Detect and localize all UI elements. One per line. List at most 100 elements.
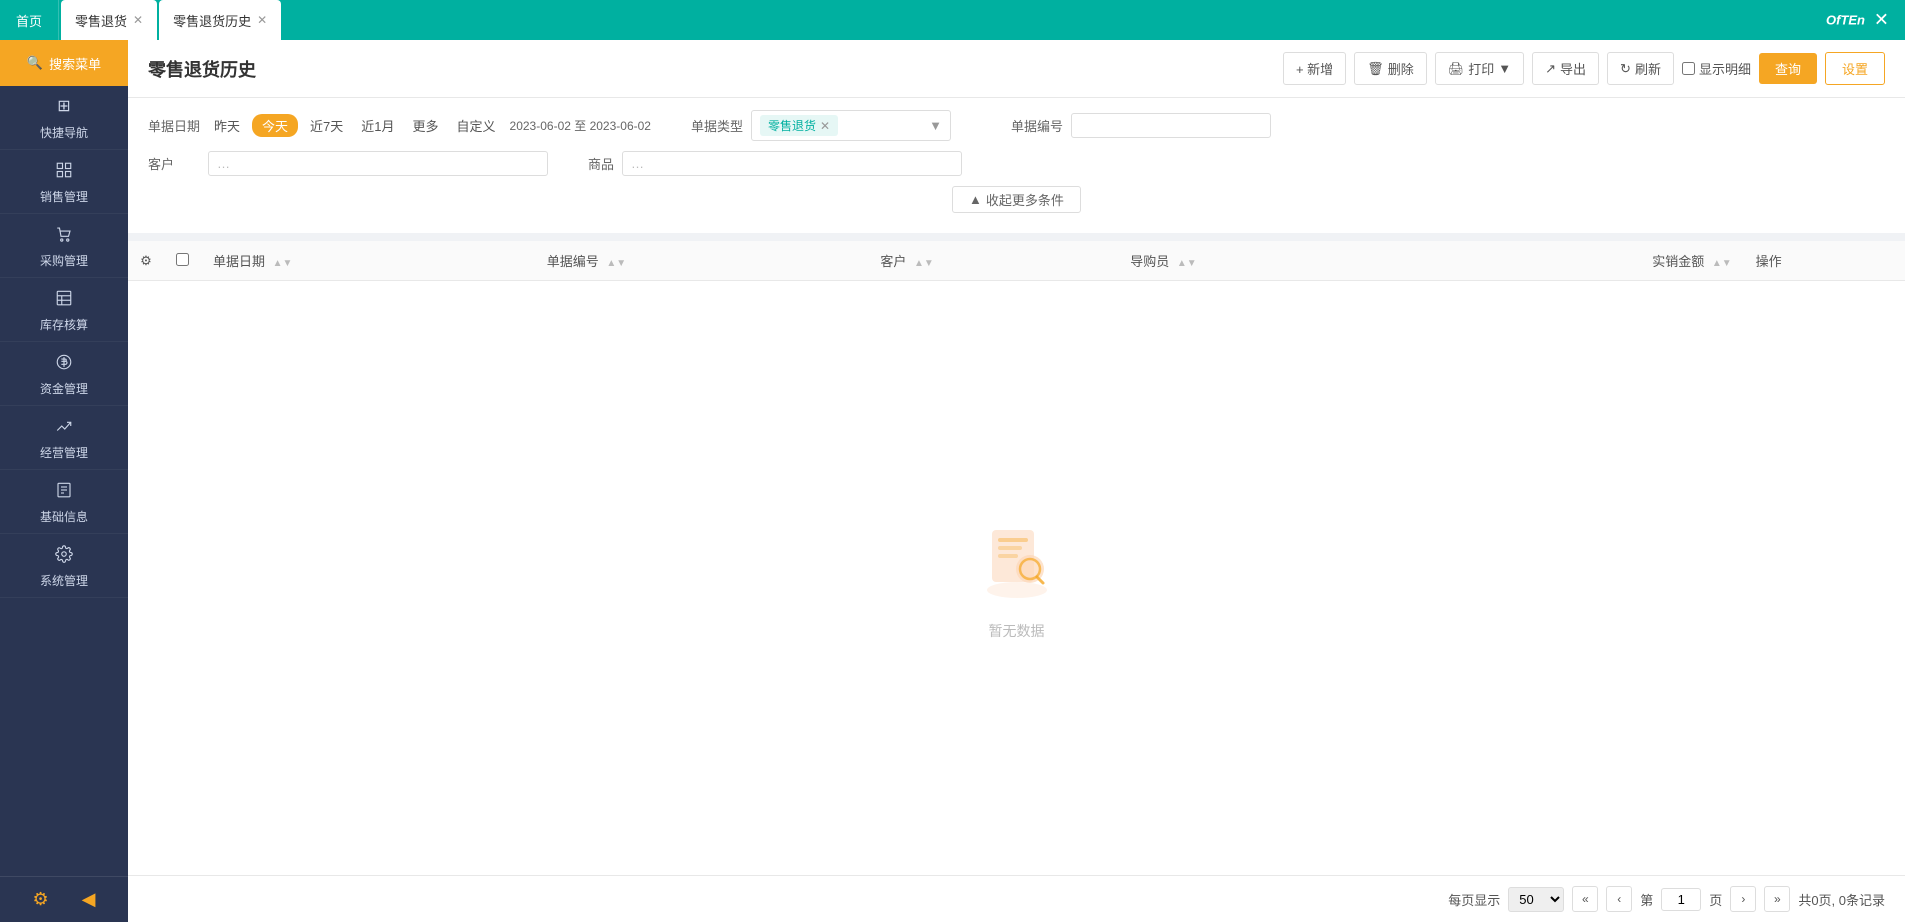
date-opt-more[interactable]: 更多: [407, 114, 445, 137]
query-button[interactable]: 查询: [1759, 53, 1817, 84]
checkbox-col-header[interactable]: [164, 241, 201, 281]
col-date: 单据日期 ▲▼: [201, 241, 535, 281]
date-opt-7days[interactable]: 近7天: [304, 114, 349, 137]
print-button[interactable]: 🖨 打印 ▼: [1435, 52, 1524, 85]
sidebar-item-basic-info[interactable]: 基础信息: [0, 470, 128, 534]
sidebar-item-purchase[interactable]: 采购管理: [0, 214, 128, 278]
collapse-row: ▲ 收起更多条件: [148, 186, 1885, 221]
sort-date-icon[interactable]: ▲▼: [273, 258, 293, 269]
display-details-checkbox[interactable]: 显示明细: [1682, 59, 1751, 78]
sidebar-search[interactable]: 🔍 搜索菜单: [0, 40, 128, 86]
sidebar-item-label-quick-nav: 快捷导航: [40, 124, 88, 141]
sort-guide-icon[interactable]: ▲▼: [1177, 258, 1197, 269]
page-size-select[interactable]: 50 100 200: [1508, 887, 1564, 912]
display-details-check[interactable]: [1682, 62, 1695, 75]
brand-text: OfTEn: [1826, 13, 1865, 28]
purchase-icon: [52, 222, 76, 246]
page-title: 零售退货历史: [148, 56, 256, 82]
print-dropdown-icon: ▼: [1498, 61, 1511, 76]
print-label: 打印: [1468, 59, 1494, 78]
type-select[interactable]: 零售退货 ✕ ▼: [751, 110, 951, 141]
main-layout: 🔍 搜索菜单 ⊞ 快捷导航 销售管理 采购管理 库存核算: [0, 40, 1905, 922]
new-button[interactable]: + 新增: [1283, 52, 1346, 85]
top-bar: 首页 零售退货 ✕ 零售退货历史 ✕ OfTEn ✕: [0, 0, 1905, 40]
tab-home-label: 首页: [16, 11, 42, 30]
settings-col-header[interactable]: ⚙: [128, 241, 164, 281]
customer-input[interactable]: …: [208, 151, 548, 176]
tab-retail-return-history-close[interactable]: ✕: [257, 13, 267, 27]
table-container: ⚙ 单据日期 ▲▼ 单据编号 ▲▼ 客户 ▲▼: [128, 241, 1905, 875]
sidebar-item-system[interactable]: 系统管理: [0, 534, 128, 598]
collapse-icon: ▲: [969, 192, 982, 207]
delete-icon: 🗑: [1367, 61, 1384, 77]
sidebar-item-label-sales: 销售管理: [40, 188, 88, 205]
date-options: 昨天 今天 近7天 近1月 更多 自定义: [208, 114, 502, 137]
tab-retail-return-history-label: 零售退货历史: [173, 11, 251, 30]
date-opt-1month[interactable]: 近1月: [355, 114, 400, 137]
refresh-icon: ↻: [1620, 61, 1631, 77]
goods-input-area: 商品 …: [588, 151, 962, 176]
basic-info-icon: [52, 478, 76, 502]
date-label: 单据日期: [148, 116, 208, 135]
date-opt-custom[interactable]: 自定义: [451, 114, 502, 137]
sidebar-item-sales[interactable]: 销售管理: [0, 150, 128, 214]
system-icon: [52, 542, 76, 566]
sidebar-item-label-operations: 经营管理: [40, 444, 88, 461]
col-operation-label: 操作: [1756, 254, 1782, 269]
collapse-button[interactable]: ▲ 收起更多条件: [952, 186, 1081, 213]
collapse-sidebar-icon[interactable]: ◀: [82, 889, 96, 910]
export-icon: ↗: [1545, 61, 1556, 77]
date-opt-yesterday[interactable]: 昨天: [208, 114, 246, 137]
sort-amount-icon[interactable]: ▲▼: [1712, 258, 1732, 269]
sort-customer-icon[interactable]: ▲▼: [914, 258, 934, 269]
filter-row-date: 单据日期 昨天 今天 近7天 近1月 更多 自定义 2023-06-02 至 2…: [148, 110, 1885, 141]
window-close-icon[interactable]: ✕: [1874, 10, 1889, 31]
settings-bottom-icon[interactable]: ⚙: [33, 889, 49, 910]
filter-area: 单据日期 昨天 今天 近7天 近1月 更多 自定义 2023-06-02 至 2…: [128, 98, 1905, 233]
col-amount-label: 实销金额: [1652, 254, 1704, 269]
page-title-row: 零售退货历史 + 新增 🗑 删除 🖨 打印 ▼ ↗ 导出: [148, 52, 1885, 85]
type-select-arrow: ▼: [929, 118, 942, 133]
col-operation: 操作: [1744, 241, 1905, 281]
sidebar-item-operations[interactable]: 经营管理: [0, 406, 128, 470]
content-area: 零售退货历史 + 新增 🗑 删除 🖨 打印 ▼ ↗ 导出: [128, 40, 1905, 922]
delete-label: 删除: [1388, 59, 1414, 78]
print-icon: 🖨: [1448, 61, 1465, 77]
display-details-label: 显示明细: [1699, 59, 1751, 78]
delete-button[interactable]: 🗑 删除: [1354, 52, 1427, 85]
sidebar-item-inventory[interactable]: 库存核算: [0, 278, 128, 342]
billno-input[interactable]: [1071, 113, 1271, 138]
export-button[interactable]: ↗ 导出: [1532, 52, 1599, 85]
inventory-icon: [52, 286, 76, 310]
prev-page-btn[interactable]: ‹: [1606, 886, 1632, 912]
sort-billno-icon[interactable]: ▲▼: [606, 258, 626, 269]
first-page-btn[interactable]: «: [1572, 886, 1598, 912]
last-page-btn[interactable]: »: [1764, 886, 1790, 912]
date-opt-today[interactable]: 今天: [252, 114, 298, 137]
export-label: 导出: [1560, 59, 1586, 78]
page-number-input[interactable]: [1661, 888, 1701, 911]
next-page-btn[interactable]: ›: [1730, 886, 1756, 912]
operations-icon: [52, 414, 76, 438]
filter-type-area: 单据类型 零售退货 ✕ ▼: [691, 110, 951, 141]
sidebar-item-label-basic-info: 基础信息: [40, 508, 88, 525]
table-header-row: ⚙ 单据日期 ▲▼ 单据编号 ▲▼ 客户 ▲▼: [128, 241, 1905, 281]
goods-input[interactable]: …: [622, 151, 962, 176]
sidebar-item-label-finance: 资金管理: [40, 380, 88, 397]
sidebar: 🔍 搜索菜单 ⊞ 快捷导航 销售管理 采购管理 库存核算: [0, 40, 128, 922]
sidebar-item-label-system: 系统管理: [40, 572, 88, 589]
select-all-checkbox[interactable]: [176, 253, 189, 266]
sidebar-item-finance[interactable]: 资金管理: [0, 342, 128, 406]
type-tag-close[interactable]: ✕: [820, 119, 830, 133]
sales-icon: [52, 158, 76, 182]
tab-home[interactable]: 首页: [0, 0, 59, 40]
page-size-label: 每页显示: [1448, 890, 1500, 909]
col-guide-label: 导购员: [1130, 254, 1169, 269]
refresh-button[interactable]: ↻ 刷新: [1607, 52, 1674, 85]
tab-retail-return-history[interactable]: 零售退货历史 ✕: [159, 0, 281, 40]
billno-label: 单据编号: [1011, 116, 1063, 135]
sidebar-item-quick-nav[interactable]: ⊞ 快捷导航: [0, 86, 128, 150]
tab-retail-return-close[interactable]: ✕: [133, 13, 143, 27]
tab-retail-return[interactable]: 零售退货 ✕: [61, 0, 157, 40]
settings-button[interactable]: 设置: [1825, 52, 1885, 85]
